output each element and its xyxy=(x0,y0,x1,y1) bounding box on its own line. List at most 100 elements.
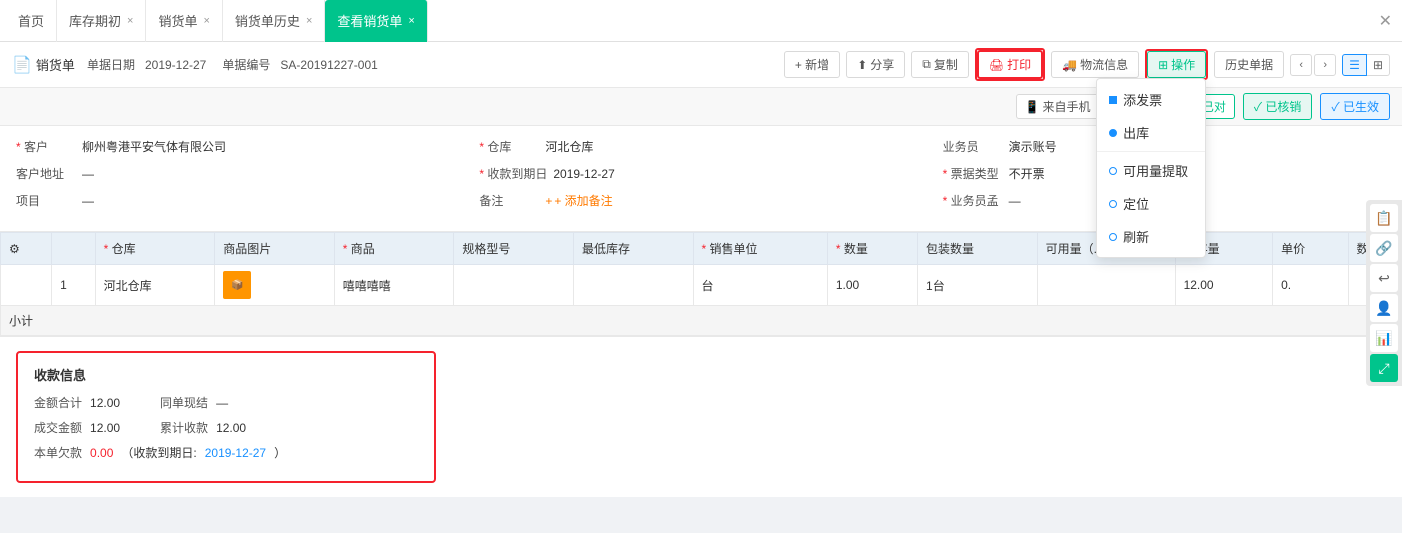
same-order-settlement-field: 同单现结 — xyxy=(160,394,228,411)
payment-info-box: 收款信息 金额合计 12.00 同单现结 — 成交金额 12.00 累计收款 1… xyxy=(16,351,436,483)
verified-button[interactable]: ✓ 已核销 xyxy=(1243,93,1313,120)
grid-view-button[interactable]: ⊞ xyxy=(1367,54,1390,76)
col-sales-unit: 销售单位 xyxy=(693,233,827,265)
tab-check-sales-close[interactable]: × xyxy=(408,15,414,27)
cell-available xyxy=(1037,265,1175,306)
cell-current-stock: 12.00 xyxy=(1175,265,1273,306)
window-close-icon[interactable]: ✕ xyxy=(1379,11,1392,31)
col-pack-qty: 包装数量 xyxy=(918,233,1038,265)
col-image: 商品图片 xyxy=(215,233,335,265)
same-order-label: 同单现结 xyxy=(160,394,208,411)
due-date-label: 收款到期日 xyxy=(479,165,547,182)
payment-row-3: 本单欠款 0.00 （收款到期日: 2019-12-27 ） xyxy=(34,444,418,461)
ops-button[interactable]: ⊞ 操作 xyxy=(1147,51,1206,78)
tab-inventory[interactable]: 库存期初 × xyxy=(57,0,146,42)
share-button[interactable]: ⬆ 分享 xyxy=(846,51,905,78)
locate-icon xyxy=(1109,200,1117,208)
logistics-button[interactable]: 🚚 物流信息 xyxy=(1051,51,1139,78)
dropdown-item-available-qty[interactable]: 可用量提取 xyxy=(1097,154,1205,187)
bottom-section: 收款信息 金额合计 12.00 同单现结 — 成交金额 12.00 累计收款 1… xyxy=(0,337,1402,497)
cell-min-stock xyxy=(573,265,693,306)
dropdown-item-outbound[interactable]: 出库 xyxy=(1097,116,1205,149)
salesperson-label: 业务员 xyxy=(943,138,1003,155)
cell-pack-qty: 1台 xyxy=(918,265,1038,306)
address-label: 客户地址 xyxy=(16,165,76,182)
current-arrears-value: 0.00 xyxy=(90,446,113,460)
number-label: 单据编号 SA-20191227-001 xyxy=(222,56,377,73)
doc-title: 📄 销货单 xyxy=(12,55,75,75)
sidebar-icon-1[interactable]: 📋 xyxy=(1370,204,1398,232)
outbound-icon xyxy=(1109,129,1117,137)
total-amount-label: 金额合计 xyxy=(34,394,82,411)
warehouse-value: 河北仓库 xyxy=(545,138,593,155)
nav-prev-button[interactable]: ‹ xyxy=(1290,54,1312,76)
verified-icon: ✓ xyxy=(1254,100,1262,114)
tab-home[interactable]: 首页 xyxy=(10,0,57,42)
cumulative-receipt-field: 累计收款 12.00 xyxy=(160,419,246,436)
cell-image: 📦 xyxy=(215,265,335,306)
main-toolbar: 📄 销货单 单据日期 2019-12-27 单据编号 SA-20191227-0… xyxy=(0,42,1402,88)
add-note-button[interactable]: + + 添加备注 xyxy=(545,192,612,209)
note-label: 备注 xyxy=(479,192,539,209)
effective-button[interactable]: ✓ 已生效 xyxy=(1320,93,1390,120)
salesperson-value: 演示账号 xyxy=(1009,138,1057,155)
tab-sales-history[interactable]: 销货单历史 × xyxy=(223,0,325,42)
sidebar-icon-2[interactable]: 🔗 xyxy=(1370,234,1398,262)
nav-arrows: ‹ › xyxy=(1290,54,1336,76)
doc-title-area: 📄 销货单 单据日期 2019-12-27 单据编号 SA-20191227-0… xyxy=(12,55,776,75)
col-product: 商品 xyxy=(334,233,454,265)
address-field: 客户地址 — xyxy=(16,165,459,182)
history-button[interactable]: 历史单据 xyxy=(1214,51,1284,78)
tab-sales[interactable]: 销货单 × xyxy=(146,0,222,42)
sidebar-icon-3[interactable]: ↩ xyxy=(1370,264,1398,292)
sidebar-icon-expand[interactable]: ⤢ xyxy=(1370,354,1398,382)
cell-row-num: 1 xyxy=(52,265,96,306)
transaction-amount-label: 成交金额 xyxy=(34,419,82,436)
subtotal-row: 小计 xyxy=(1,306,1402,336)
tab-inventory-close[interactable]: × xyxy=(127,15,133,27)
col-settings[interactable]: ⚙ xyxy=(1,233,52,265)
payment-row-2: 成交金额 12.00 累计收款 12.00 xyxy=(34,419,418,436)
col-unit-price: 单价 xyxy=(1273,233,1348,265)
tab-sales-history-close[interactable]: × xyxy=(306,15,312,27)
arrears-note: （收款到期日: xyxy=(121,444,196,461)
print-button[interactable]: 🖨 打印 xyxy=(977,50,1043,79)
col-spec: 规格型号 xyxy=(454,233,574,265)
sales-rep-value: — xyxy=(1009,194,1021,208)
ticket-type-value: 不开票 xyxy=(1009,165,1045,182)
tab-check-sales[interactable]: 查看销货单 × xyxy=(325,0,427,42)
customer-value: 柳州粤港平安气体有限公司 xyxy=(82,138,226,155)
transaction-amount-field: 成交金额 12.00 xyxy=(34,419,120,436)
copy-button[interactable]: ⧉ 复制 xyxy=(911,51,969,78)
ops-highlight-box: ⊞ 操作 添发票 出库 可用量提取 xyxy=(1145,49,1208,80)
list-view-button[interactable]: ☰ xyxy=(1342,54,1367,76)
sales-rep-label: 业务员孟 xyxy=(943,192,1003,209)
cell-spec xyxy=(454,265,574,306)
new-button[interactable]: + 新增 xyxy=(784,51,840,78)
refresh-icon xyxy=(1109,233,1117,241)
nav-next-button[interactable]: › xyxy=(1314,54,1336,76)
payment-row-1: 金额合计 12.00 同单现结 — xyxy=(34,394,418,411)
cell-settings xyxy=(1,265,52,306)
dropdown-item-locate[interactable]: 定位 xyxy=(1097,187,1205,220)
share-icon: ⬆ xyxy=(857,58,867,72)
toolbar-actions: + 新增 ⬆ 分享 ⧉ 复制 🖨 打印 🚚 物流信息 ⊞ 操作 xyxy=(784,48,1390,81)
dropdown-item-add-invoice[interactable]: 添发票 xyxy=(1097,83,1205,116)
from-mobile-button[interactable]: 📱 来自手机 xyxy=(1016,94,1100,119)
cell-warehouse: 河北仓库 xyxy=(95,265,215,306)
sidebar-icon-4[interactable]: 👤 xyxy=(1370,294,1398,322)
tab-sales-close[interactable]: × xyxy=(203,15,209,27)
sidebar-icon-5[interactable]: 📊 xyxy=(1370,324,1398,352)
circle-icon xyxy=(1109,167,1117,175)
warehouse-label: 仓库 xyxy=(479,138,539,155)
print-icon: 🖨 xyxy=(989,58,1004,72)
effective-icon: ✓ xyxy=(1331,100,1339,114)
col-warehouse: 仓库 xyxy=(95,233,215,265)
cell-product: 嘻嘻嘻嘻 xyxy=(334,265,454,306)
plus-icon: + xyxy=(545,194,552,208)
date-label: 单据日期 2019-12-27 xyxy=(87,56,206,73)
current-arrears-label: 本单欠款 xyxy=(34,444,82,461)
dropdown-item-refresh[interactable]: 刷新 xyxy=(1097,220,1205,253)
ops-dropdown: 添发票 出库 可用量提取 定位 刷新 xyxy=(1096,78,1206,258)
current-arrears-field: 本单欠款 0.00 （收款到期日: 2019-12-27 ） xyxy=(34,444,286,461)
